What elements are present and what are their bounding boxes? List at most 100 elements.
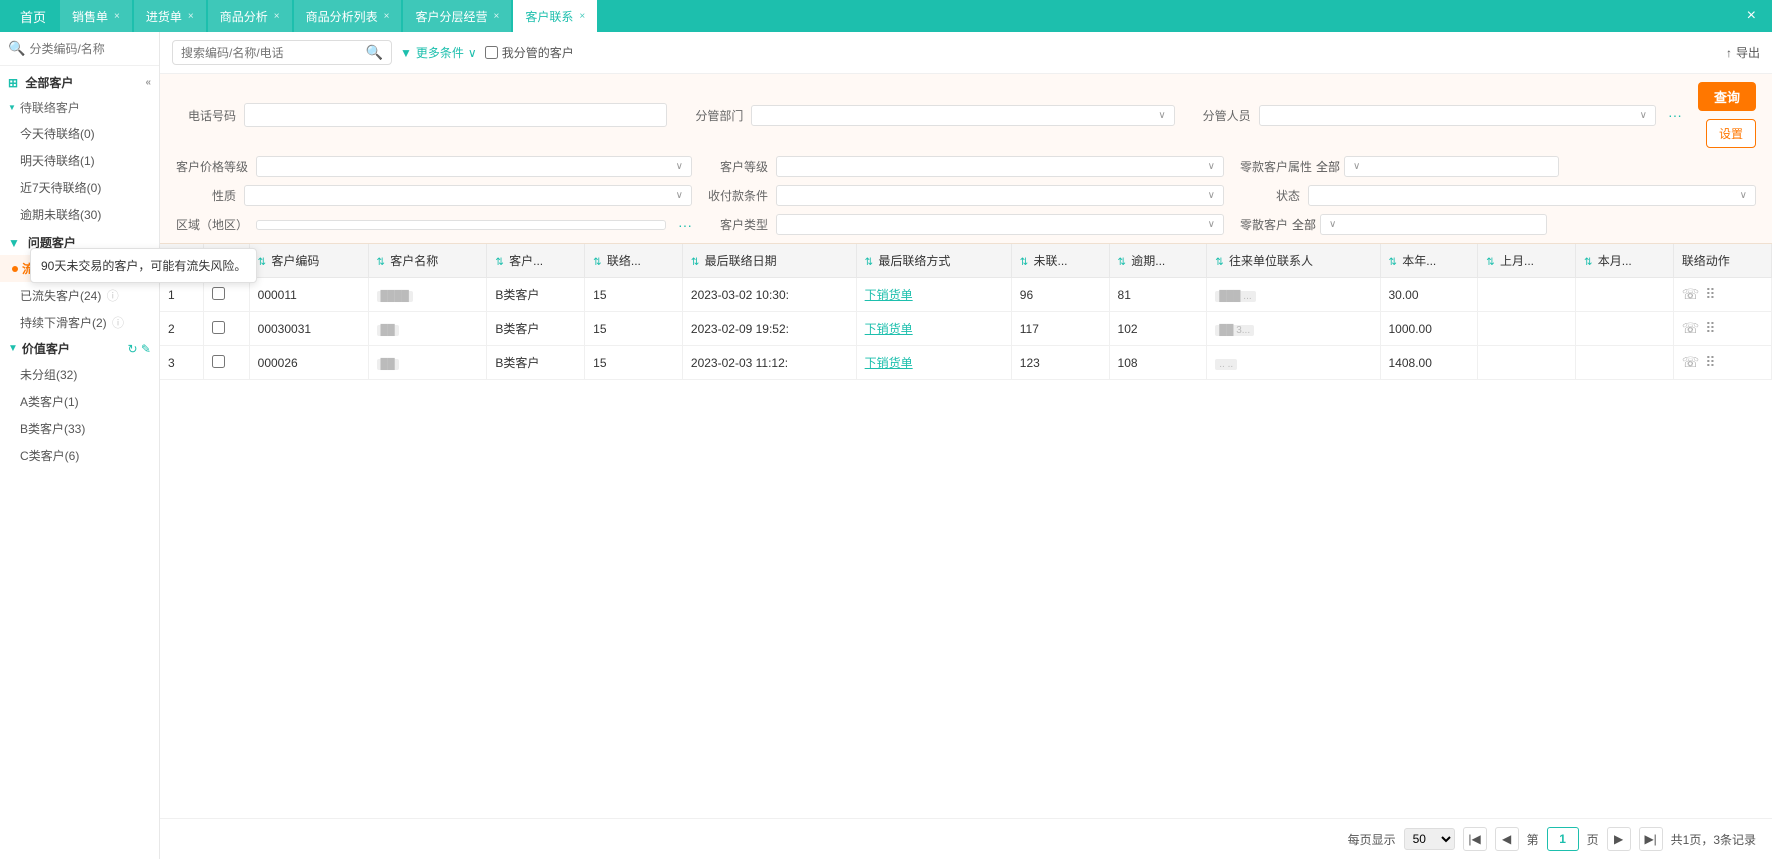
th-unit-contact[interactable]: ⇅ 往来单位联系人 [1207,244,1380,278]
filter-gender-select[interactable]: ∨ [244,185,692,206]
th-this-month[interactable]: ⇅ 本月... [1576,244,1674,278]
last-page-btn[interactable]: ▶| [1639,827,1663,851]
th-contact[interactable]: ⇅ 联络... [585,244,683,278]
th-overdue[interactable]: ⇅ 逾期... [1109,244,1207,278]
filter-status-select[interactable]: ∨ [1308,185,1756,206]
my-customers-checkbox[interactable]: 我分管的客户 [485,44,574,61]
sidebar-group-value[interactable]: ▼ 价值客户 ↻ ✎ [0,336,159,361]
nav-tab-purchase-close[interactable]: × [188,11,194,22]
search-icon[interactable]: 🔍 [366,44,383,61]
td-check-2[interactable] [204,346,249,380]
chevron-down-icon-gender: ∨ [676,190,683,201]
next-page-btn[interactable]: ▶ [1607,827,1631,851]
nav-tab-purchase[interactable]: 进货单 × [134,0,206,32]
nav-tab-analysis[interactable]: 商品分析 × [208,0,292,32]
th-type[interactable]: ⇅ 客户... [487,244,585,278]
sidebar-search-input[interactable] [29,42,151,56]
filter-payment-select[interactable]: ∨ [776,185,1224,206]
filter-region-select[interactable] [256,220,666,230]
export-btn[interactable]: ↑ 导出 [1726,44,1760,61]
th-code[interactable]: ⇅ 客户编码 [249,244,368,278]
filter-customer-type: 客户类型 ∨ [708,214,1224,235]
search-input[interactable] [181,46,366,60]
query-button[interactable]: 查询 [1698,82,1756,111]
nav-tab-customer-tier[interactable]: 客户分层经营 × [403,0,511,32]
filter-grade-select[interactable]: ∨ [776,156,1224,177]
action-phone-icon-0[interactable]: ☏ [1682,286,1700,303]
nav-tab-sales-close[interactable]: × [114,11,120,22]
td-name-1: ██ [368,312,487,346]
filter-dept-select[interactable]: ∨ [751,105,1174,126]
sidebar-item-7days[interactable]: 近7天待联络(0) [0,174,159,201]
th-last-date[interactable]: ⇅ 最后联络日期 [682,244,856,278]
current-page: 1 [1547,827,1579,851]
sidebar-item-today[interactable]: 今天待联络(0) [0,120,159,147]
filter-customer-type-select[interactable]: ∨ [776,214,1224,235]
row-checkbox-2[interactable] [212,355,225,368]
my-customers-check[interactable] [485,46,498,59]
filter-region-dots[interactable]: ··· [678,217,692,233]
filter-staff-dots[interactable]: ··· [1668,107,1682,123]
td-last-way-1[interactable]: 下销货单 [856,312,1011,346]
nav-tab-customer-contact[interactable]: 客户联系 × [513,0,597,32]
sidebar-item-tomorrow[interactable]: 明天待联络(1) [0,147,159,174]
td-unit-contact-1: ██ 3... [1207,312,1380,346]
nav-tab-analysis-list-close[interactable]: × [384,11,390,22]
action-phone-icon-1[interactable]: ☏ [1682,320,1700,337]
action-menu-icon-2[interactable]: ⠿ [1705,354,1715,371]
sidebar-item-class-a[interactable]: A类客户(1) [0,388,159,415]
sort-icon-last-way: ⇅ [865,257,873,268]
row-checkbox-1[interactable] [212,321,225,334]
filter-price-grade-select[interactable]: ∨ [256,156,692,177]
filter-zero-customer-select[interactable]: ∨ [1320,214,1547,235]
filter-staff-select[interactable]: ∨ [1259,105,1656,126]
nav-home[interactable]: 首页 [8,0,58,32]
prev-page-btn[interactable]: ◀ [1495,827,1519,851]
settings-button[interactable]: 设置 [1706,119,1756,148]
sidebar-item-class-b[interactable]: B类客户(33) [0,415,159,442]
table-row: 1 000011 ████ B类客户 15 2023-03-02 10:30: … [160,278,1772,312]
filter-zero-customer: 零散客户 全部 ∨ [1240,214,1756,235]
per-page-select[interactable]: 50 100 [1404,828,1455,850]
nav-tab-analysis-close[interactable]: × [274,11,280,22]
td-uncontact-0: 96 [1011,278,1109,312]
td-this-month-2 [1576,346,1674,380]
window-close-button[interactable]: × [1739,7,1764,25]
td-last-way-2[interactable]: 下销货单 [856,346,1011,380]
action-menu-icon-1[interactable]: ⠿ [1705,320,1715,337]
sidebar-item-overdue[interactable]: 逾期未联络(30) [0,201,159,228]
first-page-btn[interactable]: |◀ [1463,827,1487,851]
row-checkbox-0[interactable] [212,287,225,300]
sidebar-item-lost[interactable]: 已流失客户(24) ⓘ [0,282,159,309]
td-last-way-0[interactable]: 下销货单 [856,278,1011,312]
more-conditions-btn[interactable]: ▼ 更多条件 ∨ [400,44,477,61]
filter-phone-input[interactable] [244,103,667,127]
td-check-1[interactable] [204,312,249,346]
sidebar-item-ungrouped[interactable]: 未分组(32) [0,361,159,388]
td-last-month-0 [1478,278,1576,312]
sidebar-item-class-c[interactable]: C类客户(6) [0,442,159,469]
nav-tab-sales[interactable]: 销售单 × [60,0,132,32]
nav-tab-customer-contact-close[interactable]: × [579,11,585,22]
chevron-down-icon-dept: ∨ [1158,110,1165,121]
filter-zero-attr-value: 全部 [1316,158,1340,175]
action-phone-icon-2[interactable]: ☏ [1682,354,1700,371]
sidebar-group-pending[interactable]: 待联络客户 [0,95,159,120]
filter-price-grade: 客户价格等级 ∨ [176,156,692,177]
action-menu-icon-0[interactable]: ⠿ [1705,286,1715,303]
sidebar-all-customers[interactable]: ⊞ 全部客户 « [0,66,159,95]
td-action-0: ☏ ⠿ [1673,278,1771,312]
td-code-0: 000011 [249,278,368,312]
th-last-month[interactable]: ⇅ 上月... [1478,244,1576,278]
td-this-month-0 [1576,278,1674,312]
nav-tab-analysis-list[interactable]: 商品分析列表 × [294,0,402,32]
filter-zero-attr-label: 零款客户属性 [1240,158,1312,175]
th-name[interactable]: ⇅ 客户名称 [368,244,487,278]
filter-zero-attr-select[interactable]: ∨ [1344,156,1559,177]
th-uncontact[interactable]: ⇅ 未联... [1011,244,1109,278]
th-this-year[interactable]: ⇅ 本年... [1380,244,1478,278]
sidebar-item-declining[interactable]: 持续下滑客户(2) ⓘ [0,309,159,336]
sort-icon-lmonth: ⇅ [1486,257,1494,268]
th-last-way[interactable]: ⇅ 最后联络方式 [856,244,1011,278]
nav-tab-customer-tier-close[interactable]: × [493,11,499,22]
